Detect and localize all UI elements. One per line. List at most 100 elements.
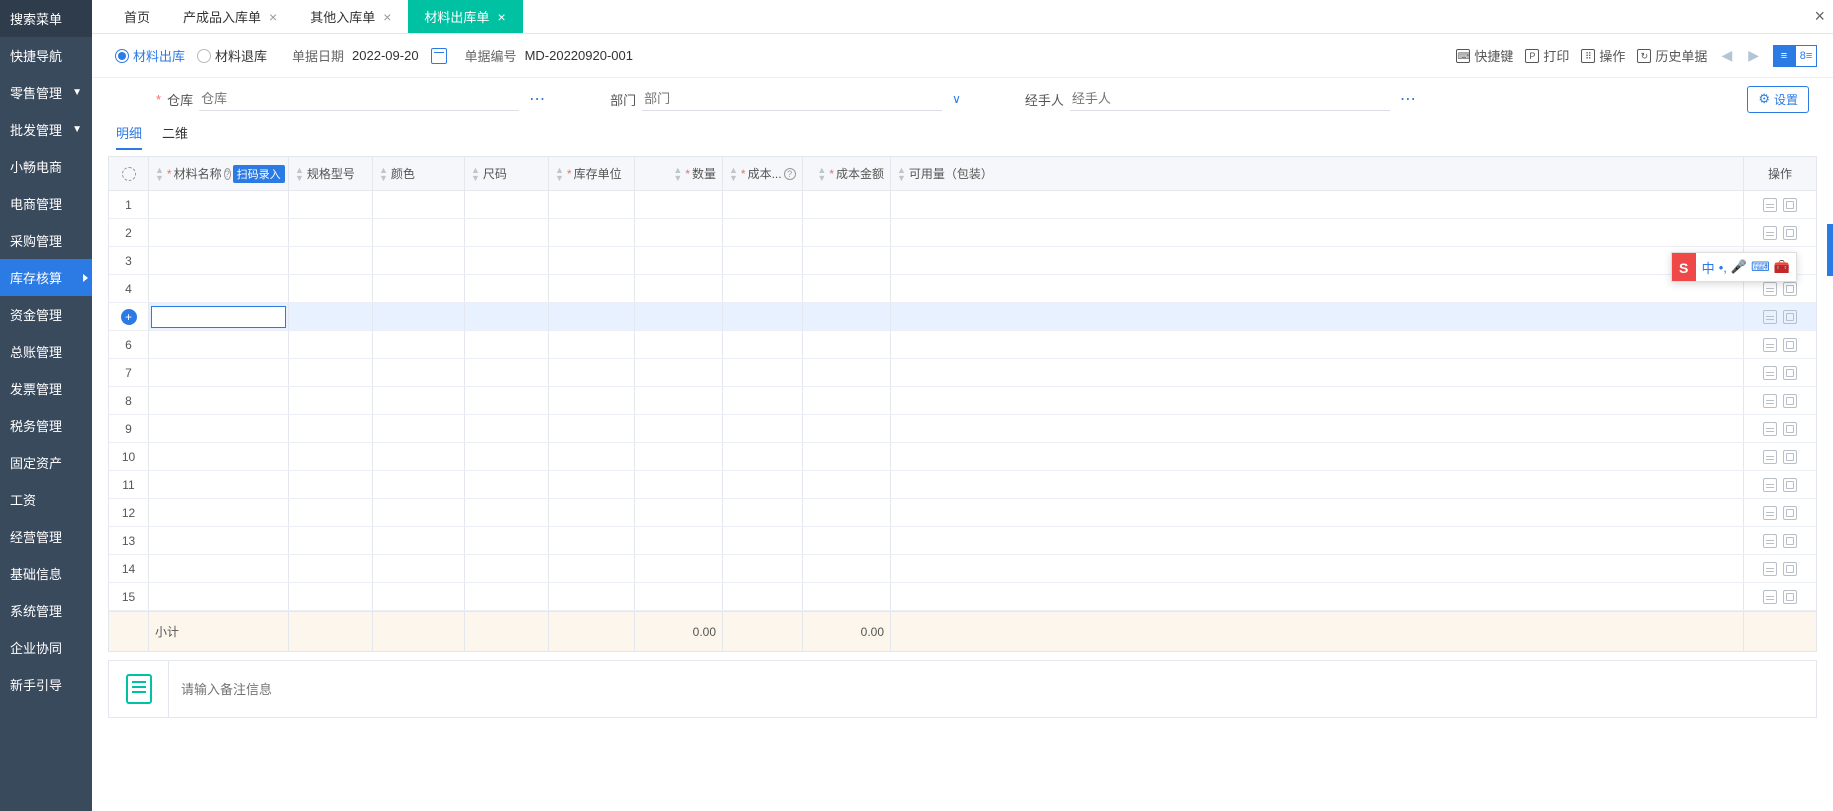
print-button[interactable]: P打印 bbox=[1525, 46, 1569, 65]
prev-doc-icon[interactable]: ◀ bbox=[1719, 47, 1734, 64]
sidebar-item[interactable]: 系统管理 bbox=[0, 592, 92, 629]
tab[interactable]: 产成品入库单 bbox=[167, 0, 294, 33]
sidebar-item[interactable]: 经营管理 bbox=[0, 518, 92, 555]
delete-row-icon[interactable] bbox=[1763, 422, 1777, 436]
copy-row-icon[interactable] bbox=[1783, 338, 1797, 352]
table-row[interactable]: 11 bbox=[109, 471, 1816, 499]
copy-row-icon[interactable] bbox=[1783, 506, 1797, 520]
name-cell-input[interactable] bbox=[151, 306, 286, 328]
col-color[interactable]: ▲▼颜色 bbox=[373, 157, 465, 190]
col-name[interactable]: ▲▼*材料名称?扫码录入 bbox=[149, 157, 289, 190]
sidebar-item[interactable]: 资金管理 bbox=[0, 296, 92, 333]
table-row[interactable]: 3 bbox=[109, 247, 1816, 275]
table-row[interactable]: 2 bbox=[109, 219, 1816, 247]
dept-input[interactable] bbox=[642, 87, 942, 111]
delete-row-icon[interactable] bbox=[1763, 282, 1777, 296]
copy-row-icon[interactable] bbox=[1783, 422, 1797, 436]
delete-row-icon[interactable] bbox=[1763, 226, 1777, 240]
close-all-tabs-icon[interactable]: × bbox=[1814, 6, 1825, 27]
col-config[interactable] bbox=[109, 157, 149, 190]
remark-input[interactable] bbox=[169, 661, 1816, 717]
sidebar-item[interactable]: 固定资产 bbox=[0, 444, 92, 481]
table-row[interactable]: + bbox=[109, 303, 1816, 331]
keyboard-icon[interactable]: ⌨ bbox=[1751, 259, 1770, 275]
copy-row-icon[interactable] bbox=[1783, 394, 1797, 408]
sidebar-item[interactable]: 小畅电商 bbox=[0, 148, 92, 185]
handler-input[interactable] bbox=[1070, 87, 1390, 111]
tab[interactable]: 首页 bbox=[108, 0, 167, 33]
operate-button[interactable]: ⠿操作 bbox=[1581, 46, 1625, 65]
copy-row-icon[interactable] bbox=[1783, 478, 1797, 492]
copy-row-icon[interactable] bbox=[1783, 450, 1797, 464]
col-cost[interactable]: ▲▼*成本...? bbox=[723, 157, 803, 190]
doc-type-radio[interactable]: 材料退库 bbox=[191, 46, 273, 65]
table-row[interactable]: 10 bbox=[109, 443, 1816, 471]
add-row-button[interactable]: + bbox=[121, 309, 137, 325]
delete-row-icon[interactable] bbox=[1763, 366, 1777, 380]
settings-button[interactable]: ⚙设置 bbox=[1747, 86, 1809, 113]
delete-row-icon[interactable] bbox=[1763, 310, 1777, 324]
warehouse-input[interactable] bbox=[199, 87, 519, 111]
table-row[interactable]: 4 bbox=[109, 275, 1816, 303]
history-button[interactable]: ↻历史单据 bbox=[1637, 46, 1707, 65]
delete-row-icon[interactable] bbox=[1763, 450, 1777, 464]
scan-tag[interactable]: 扫码录入 bbox=[233, 165, 285, 183]
delete-row-icon[interactable] bbox=[1763, 394, 1777, 408]
sidebar-item[interactable]: 采购管理 bbox=[0, 222, 92, 259]
col-unit[interactable]: ▲▼*库存单位 bbox=[549, 157, 635, 190]
delete-row-icon[interactable] bbox=[1763, 534, 1777, 548]
sidebar-item[interactable]: 新手引导 bbox=[0, 666, 92, 703]
copy-row-icon[interactable] bbox=[1783, 310, 1797, 324]
warehouse-more-icon[interactable]: ⋯ bbox=[529, 89, 546, 109]
table-row[interactable]: 13 bbox=[109, 527, 1816, 555]
handler-more-icon[interactable]: ⋯ bbox=[1400, 89, 1417, 109]
delete-row-icon[interactable] bbox=[1763, 478, 1777, 492]
sidebar-item[interactable]: 批发管理▼ bbox=[0, 111, 92, 148]
calendar-icon[interactable] bbox=[431, 48, 447, 64]
tab[interactable]: 材料出库单 bbox=[408, 0, 522, 33]
copy-row-icon[interactable] bbox=[1783, 198, 1797, 212]
delete-row-icon[interactable] bbox=[1763, 198, 1777, 212]
next-doc-icon[interactable]: ▶ bbox=[1746, 47, 1761, 64]
table-row[interactable]: 6 bbox=[109, 331, 1816, 359]
sidebar-item[interactable]: 基础信息 bbox=[0, 555, 92, 592]
sidebar-item[interactable]: 零售管理▼ bbox=[0, 74, 92, 111]
sidebar-item[interactable]: 电商管理 bbox=[0, 185, 92, 222]
table-row[interactable]: 8 bbox=[109, 387, 1816, 415]
table-row[interactable]: 1 bbox=[109, 191, 1816, 219]
table-row[interactable]: 15 bbox=[109, 583, 1816, 611]
sidebar-item[interactable]: 发票管理 bbox=[0, 370, 92, 407]
delete-row-icon[interactable] bbox=[1763, 338, 1777, 352]
sidebar-item[interactable]: 企业协同 bbox=[0, 629, 92, 666]
mic-icon[interactable]: 🎤 bbox=[1731, 259, 1747, 275]
copy-row-icon[interactable] bbox=[1783, 590, 1797, 604]
subtab[interactable]: 明细 bbox=[116, 123, 142, 150]
delete-row-icon[interactable] bbox=[1763, 506, 1777, 520]
doc-type-radio[interactable]: 材料出库 bbox=[109, 46, 191, 65]
sidebar-item[interactable]: 工资 bbox=[0, 481, 92, 518]
sidebar-item[interactable]: 税务管理 bbox=[0, 407, 92, 444]
sidebar-item[interactable]: 搜索菜单 bbox=[0, 0, 92, 37]
dept-dropdown-icon[interactable]: ∨ bbox=[952, 92, 961, 106]
sidebar-item[interactable]: 总账管理 bbox=[0, 333, 92, 370]
col-avail[interactable]: ▲▼可用量（包装） bbox=[891, 157, 1744, 190]
copy-row-icon[interactable] bbox=[1783, 562, 1797, 576]
copy-row-icon[interactable] bbox=[1783, 282, 1797, 296]
table-row[interactable]: 14 bbox=[109, 555, 1816, 583]
shortcut-button[interactable]: ⌨快捷键 bbox=[1456, 46, 1513, 65]
ime-toolbar[interactable]: S 中•,🎤⌨🧰 bbox=[1671, 252, 1797, 282]
tab[interactable]: 其他入库单 bbox=[294, 0, 408, 33]
delete-row-icon[interactable] bbox=[1763, 562, 1777, 576]
subtab[interactable]: 二维 bbox=[162, 123, 188, 150]
col-spec[interactable]: ▲▼规格型号 bbox=[289, 157, 373, 190]
copy-row-icon[interactable] bbox=[1783, 366, 1797, 380]
copy-row-icon[interactable] bbox=[1783, 534, 1797, 548]
table-row[interactable]: 12 bbox=[109, 499, 1816, 527]
copy-row-icon[interactable] bbox=[1783, 226, 1797, 240]
sidebar-item[interactable]: 快捷导航 bbox=[0, 37, 92, 74]
col-qty[interactable]: ▲▼*数量 bbox=[635, 157, 723, 190]
table-row[interactable]: 7 bbox=[109, 359, 1816, 387]
col-size[interactable]: ▲▼尺码 bbox=[465, 157, 549, 190]
date-value[interactable]: 2022-09-20 bbox=[352, 48, 419, 63]
sidebar-item[interactable]: 库存核算 bbox=[0, 259, 92, 296]
